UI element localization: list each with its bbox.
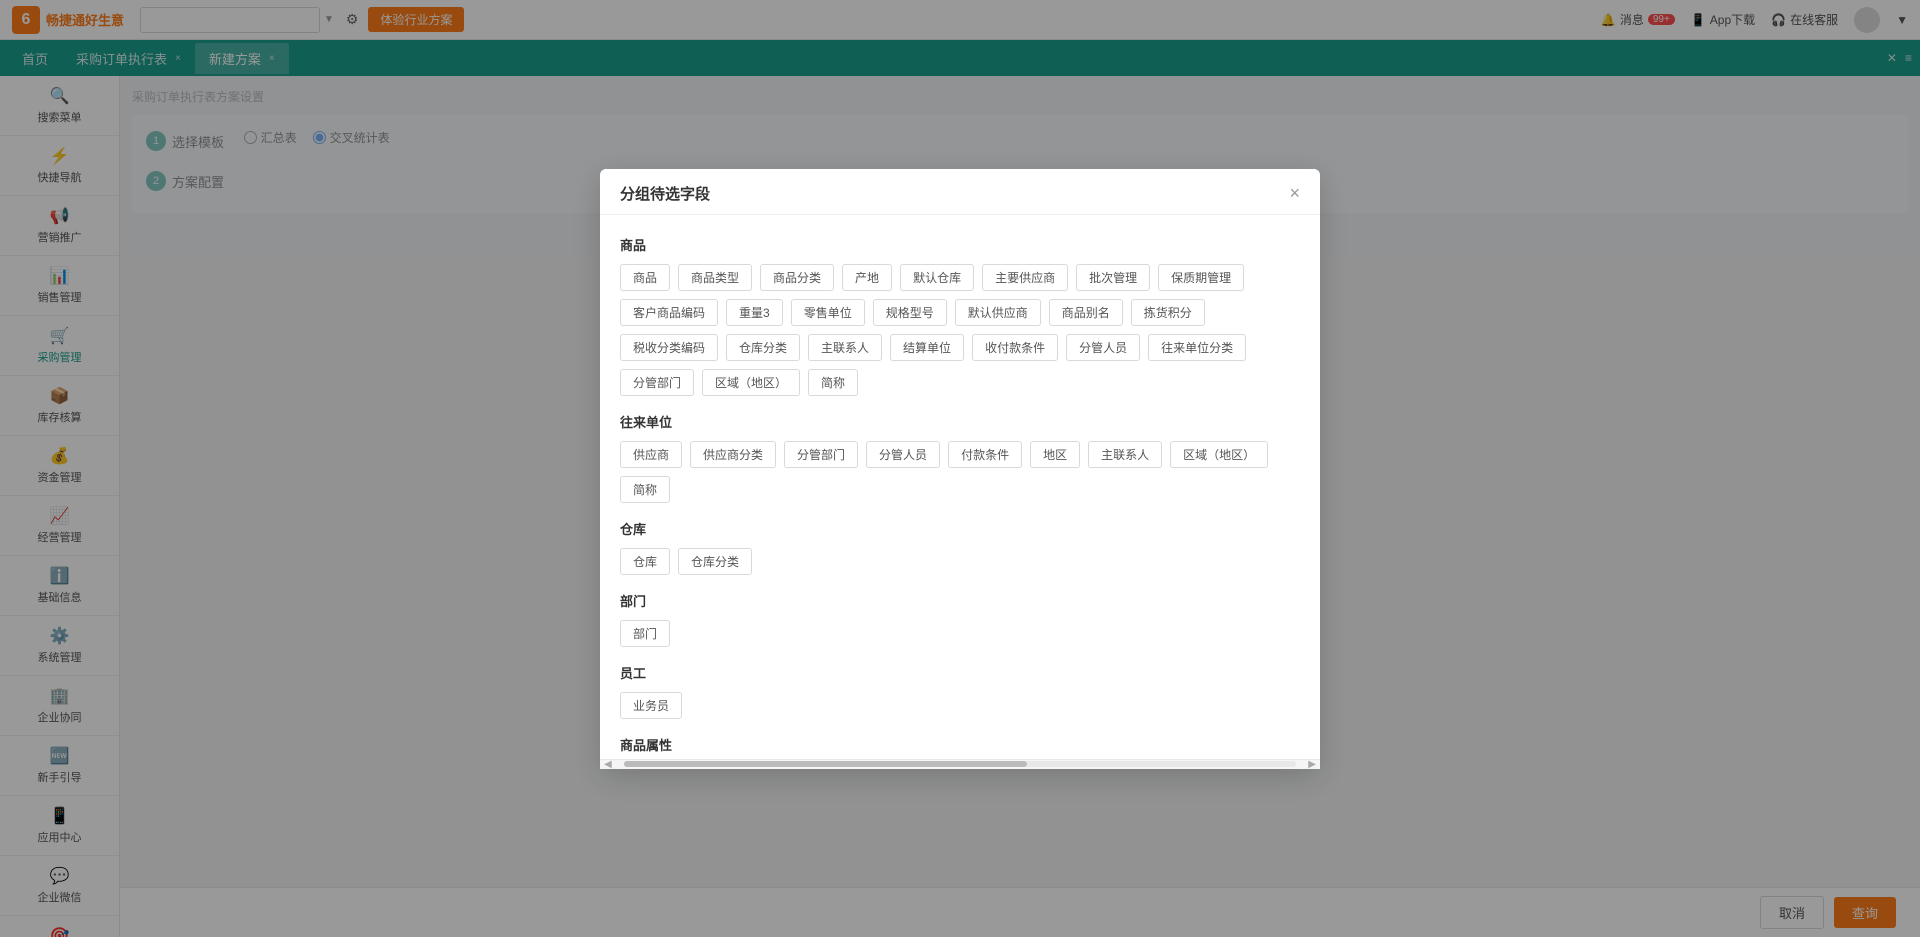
tag-origin[interactable]: 产地: [842, 264, 892, 291]
section-title-product-attr: 商品属性: [620, 735, 1300, 754]
tag-expiry-mgmt[interactable]: 保质期管理: [1158, 264, 1244, 291]
tag-default-warehouse[interactable]: 默认仓库: [900, 264, 974, 291]
section-tags-department: 部门: [620, 620, 1300, 647]
tag-supplier[interactable]: 供应商: [620, 441, 682, 468]
tag-goods-alias[interactable]: 商品别名: [1049, 299, 1123, 326]
hscroll-thumb[interactable]: [624, 761, 1028, 767]
section-tags-partner: 供应商 供应商分类 分管部门 分管人员 付款条件 地区 主联系人 区域（地区） …: [620, 441, 1300, 503]
section-title-partner: 往来单位: [620, 412, 1300, 431]
tag-default-supplier[interactable]: 默认供应商: [955, 299, 1041, 326]
tag-spec-model[interactable]: 规格型号: [873, 299, 947, 326]
tag-dept-managed[interactable]: 分管部门: [620, 369, 694, 396]
tag-salesperson[interactable]: 业务员: [620, 692, 682, 719]
tag-region[interactable]: 区域（地区）: [702, 369, 800, 396]
tag-batch-mgmt[interactable]: 批次管理: [1076, 264, 1150, 291]
tag-settlement-unit[interactable]: 结算单位: [890, 334, 964, 361]
tag-department[interactable]: 部门: [620, 620, 670, 647]
hscroll-track: [624, 761, 1297, 767]
tag-partner-dept[interactable]: 分管部门: [784, 441, 858, 468]
tag-payment-terms[interactable]: 收付款条件: [972, 334, 1058, 361]
hscroll-right-arrow[interactable]: ▶: [1304, 759, 1320, 770]
tag-goods[interactable]: 商品: [620, 264, 670, 291]
tag-goods-type[interactable]: 商品类型: [678, 264, 752, 291]
tag-short-name[interactable]: 简称: [808, 369, 858, 396]
tag-payment-condition[interactable]: 付款条件: [948, 441, 1022, 468]
field-select-modal: 分组待选字段 × 商品 商品 商品类型 商品分类 产地 默认仓库 主要供应商 批…: [600, 169, 1320, 769]
modal-overlay: 分组待选字段 × 商品 商品 商品类型 商品分类 产地 默认仓库 主要供应商 批…: [0, 0, 1920, 937]
section-title-staff: 员工: [620, 663, 1300, 682]
tag-pick-points[interactable]: 拣货积分: [1131, 299, 1205, 326]
modal-body: 商品 商品 商品类型 商品分类 产地 默认仓库 主要供应商 批次管理 保质期管理…: [600, 215, 1320, 759]
tag-weight3[interactable]: 重量3: [726, 299, 783, 326]
tag-main-contact[interactable]: 主联系人: [808, 334, 882, 361]
tag-warehouse-cat[interactable]: 仓库分类: [678, 548, 752, 575]
tag-supervisor-staff[interactable]: 分管人员: [1066, 334, 1140, 361]
modal-header: 分组待选字段 ×: [600, 169, 1320, 215]
tag-partner-staff[interactable]: 分管人员: [866, 441, 940, 468]
section-title-department: 部门: [620, 591, 1300, 610]
tag-warehouse-category[interactable]: 仓库分类: [726, 334, 800, 361]
modal-horizontal-scrollbar[interactable]: ◀ ▶: [600, 759, 1320, 769]
section-tags-staff: 业务员: [620, 692, 1300, 719]
section-tags-warehouse: 仓库 仓库分类: [620, 548, 1300, 575]
tag-tax-code[interactable]: 税收分类编码: [620, 334, 718, 361]
modal-close-button[interactable]: ×: [1289, 184, 1300, 202]
section-title-goods: 商品: [620, 235, 1300, 254]
tag-partner-category[interactable]: 往来单位分类: [1148, 334, 1246, 361]
tag-main-supplier[interactable]: 主要供应商: [982, 264, 1068, 291]
tag-partner-short-name[interactable]: 简称: [620, 476, 670, 503]
hscroll-left-arrow[interactable]: ◀: [600, 759, 616, 770]
tag-goods-category[interactable]: 商品分类: [760, 264, 834, 291]
tag-warehouse[interactable]: 仓库: [620, 548, 670, 575]
tag-customer-goods-code[interactable]: 客户商品编码: [620, 299, 718, 326]
tag-retail-unit[interactable]: 零售单位: [791, 299, 865, 326]
tag-supplier-category[interactable]: 供应商分类: [690, 441, 776, 468]
tag-partner-main-contact[interactable]: 主联系人: [1088, 441, 1162, 468]
modal-title: 分组待选字段: [620, 183, 710, 204]
section-tags-goods: 商品 商品类型 商品分类 产地 默认仓库 主要供应商 批次管理 保质期管理 客户…: [620, 264, 1300, 396]
tag-partner-region[interactable]: 区域（地区）: [1170, 441, 1268, 468]
tag-area[interactable]: 地区: [1030, 441, 1080, 468]
section-title-warehouse: 仓库: [620, 519, 1300, 538]
